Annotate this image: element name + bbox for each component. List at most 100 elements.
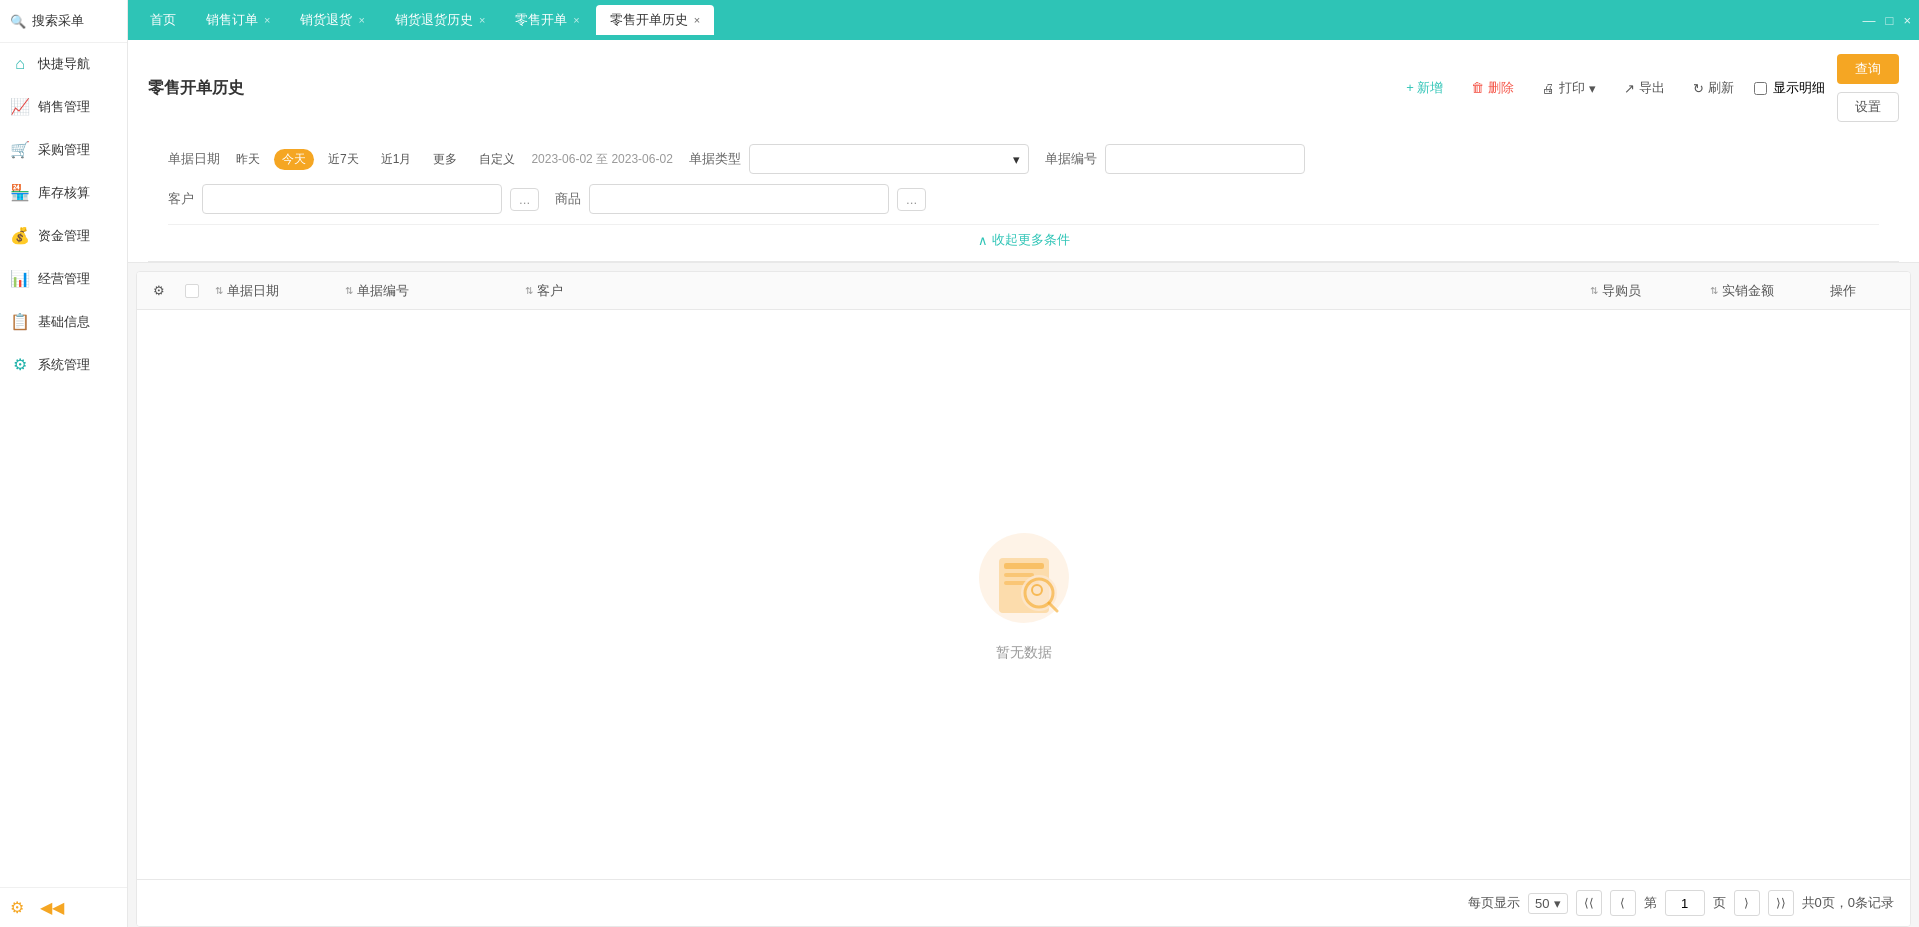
add-button[interactable]: + 新增 [1398,75,1451,101]
tab-retail-open[interactable]: 零售开单 × [501,5,593,35]
refresh-label: 刷新 [1708,79,1734,97]
tab-sales-order-close[interactable]: × [264,14,270,26]
table-container: ⚙ ⇅ 单据日期 ⇅ 单据编号 ⇅ 客户 ⇅ [136,271,1911,927]
date-range-display: 2023-06-02 至 2023-06-02 [531,151,672,168]
tab-retail-open-history-label: 零售开单历史 [610,11,688,29]
tab-retail-open-history-close[interactable]: × [694,14,700,26]
sidebar-item-quick-nav[interactable]: ⌂ 快捷导航 [0,43,127,85]
collapse-more-label: 收起更多条件 [992,231,1070,249]
sort-up-icon: ⇅ [215,285,223,296]
tab-sales-return-label: 销货退货 [300,11,352,29]
tab-sales-return[interactable]: 销货退货 × [286,5,378,35]
tab-sales-return-close[interactable]: × [358,14,364,26]
tab-sales-order[interactable]: 销售订单 × [192,5,284,35]
print-button[interactable]: 🖨 打印 ▾ [1534,75,1604,101]
refresh-button[interactable]: ↻ 刷新 [1685,75,1742,101]
page-label: 第 [1644,894,1657,912]
customer-filter-input[interactable] [202,184,502,214]
page-prev-btn[interactable]: ⟨ [1610,890,1636,916]
type-filter-label: 单据类型 [689,150,741,168]
window-minimize[interactable]: — [1863,13,1876,28]
date-btn-1month[interactable]: 近1月 [373,149,420,170]
number-filter-label: 单据编号 [1045,150,1097,168]
tab-home[interactable]: 首页 [136,5,190,35]
table-header: ⚙ ⇅ 单据日期 ⇅ 单据编号 ⇅ 客户 ⇅ [137,272,1910,310]
th-customer[interactable]: ⇅ 客户 [517,282,1582,300]
window-maximize[interactable]: □ [1886,13,1894,28]
export-icon: ↗ [1624,81,1635,96]
date-filter-group: 单据日期 昨天 今天 近7天 近1月 更多 自定义 2023-06-02 至 2… [168,149,673,170]
sidebar-item-label: 库存核算 [38,184,90,202]
date-btn-yesterday[interactable]: 昨天 [228,149,268,170]
collapse-icon[interactable]: ◀◀ [40,898,64,917]
sidebar-item-basic-info[interactable]: 📋 基础信息 [0,300,127,343]
number-filter-group: 单据编号 [1045,144,1305,174]
window-close[interactable]: × [1903,13,1911,28]
date-btn-custom[interactable]: 自定义 [471,149,523,170]
delete-button[interactable]: 🗑 删除 [1463,75,1522,101]
query-button[interactable]: 查询 [1837,54,1899,84]
select-all-checkbox[interactable] [185,284,199,298]
empty-text: 暂无数据 [996,644,1052,662]
settings-bottom-icon[interactable]: ⚙ [10,898,24,917]
date-btn-more[interactable]: 更多 [425,149,465,170]
date-btn-today[interactable]: 今天 [274,149,314,170]
ops-icon: 📊 [10,269,30,288]
sidebar-item-purchase-mgmt[interactable]: 🛒 采购管理 [0,128,127,171]
sidebar-search-label: 搜索采单 [32,12,84,30]
export-button[interactable]: ↗ 导出 [1616,75,1673,101]
display-detail-toggle[interactable]: 显示明细 [1754,79,1825,97]
page-last-btn[interactable]: ⟩⟩ [1768,890,1794,916]
tab-retail-open-label: 零售开单 [515,11,567,29]
sidebar-item-label: 系统管理 [38,356,90,374]
tab-sales-return-history[interactable]: 销货退货历史 × [381,5,499,35]
sales-icon: 📈 [10,97,30,116]
pagination: 每页显示 50 ▾ ⟨⟨ ⟨ 第 1 页 ⟩ ⟩⟩ 共0页，0条记录 [137,879,1910,926]
sidebar-item-inventory[interactable]: 🏪 库存核算 [0,171,127,214]
empty-illustration [974,528,1074,628]
sidebar-item-ops-mgmt[interactable]: 📊 经营管理 [0,257,127,300]
print-icon: 🖨 [1542,81,1555,96]
date-btn-7days[interactable]: 近7天 [320,149,367,170]
sidebar-search[interactable]: 🔍 搜索采单 [0,0,127,43]
sidebar-bottom: ⚙ ◀◀ [0,887,127,927]
page-size-chevron: ▾ [1554,896,1561,911]
goods-ellipsis-btn[interactable]: ... [897,188,926,211]
type-filter-group: 单据类型 ▾ [689,144,1029,174]
sidebar-item-sales-mgmt[interactable]: 📈 销售管理 [0,85,127,128]
page-number-input[interactable]: 1 [1665,890,1705,916]
goods-filter-label: 商品 [555,190,581,208]
inventory-icon: 🏪 [10,183,30,202]
page-next-btn[interactable]: ⟩ [1734,890,1760,916]
sidebar: 🔍 搜索采单 ⌂ 快捷导航 📈 销售管理 🛒 采购管理 🏪 库存核算 💰 资金管… [0,0,128,927]
th-number[interactable]: ⇅ 单据编号 [337,282,517,300]
page-first-btn[interactable]: ⟨⟨ [1576,890,1602,916]
th-action-label: 操作 [1830,282,1856,300]
tab-retail-open-history[interactable]: 零售开单历史 × [596,5,714,35]
collapse-more-btn[interactable]: ∧ 收起更多条件 [168,224,1879,255]
sidebar-item-label: 经营管理 [38,270,90,288]
sidebar-item-finance-mgmt[interactable]: 💰 资金管理 [0,214,127,257]
th-amount-label: 实销金额 [1722,282,1774,300]
th-settings[interactable]: ⚙ [145,283,177,298]
print-chevron: ▾ [1589,81,1596,96]
customer-ellipsis-btn[interactable]: ... [510,188,539,211]
tab-retail-open-close[interactable]: × [573,14,579,26]
th-date[interactable]: ⇅ 单据日期 [207,282,337,300]
goods-filter-input[interactable] [589,184,889,214]
display-detail-label: 显示明细 [1773,79,1825,97]
setting-button[interactable]: 设置 [1837,92,1899,122]
page-total-label: 共0页，0条记录 [1802,894,1894,912]
display-detail-checkbox[interactable] [1754,82,1767,95]
tab-sales-return-history-close[interactable]: × [479,14,485,26]
th-checkbox[interactable] [177,284,207,298]
th-amount[interactable]: ⇅ 实销金额 [1702,282,1822,300]
sidebar-item-label: 销售管理 [38,98,90,116]
th-salesperson[interactable]: ⇅ 导购员 [1582,282,1702,300]
sidebar-item-sys-mgmt[interactable]: ⚙ 系统管理 [0,343,127,386]
date-shortcuts: 昨天 今天 近7天 近1月 更多 自定义 [228,149,523,170]
search-icon: 🔍 [10,14,26,29]
page-size-select[interactable]: 50 ▾ [1528,893,1567,914]
type-filter-select[interactable]: ▾ [749,144,1029,174]
number-filter-input[interactable] [1105,144,1305,174]
